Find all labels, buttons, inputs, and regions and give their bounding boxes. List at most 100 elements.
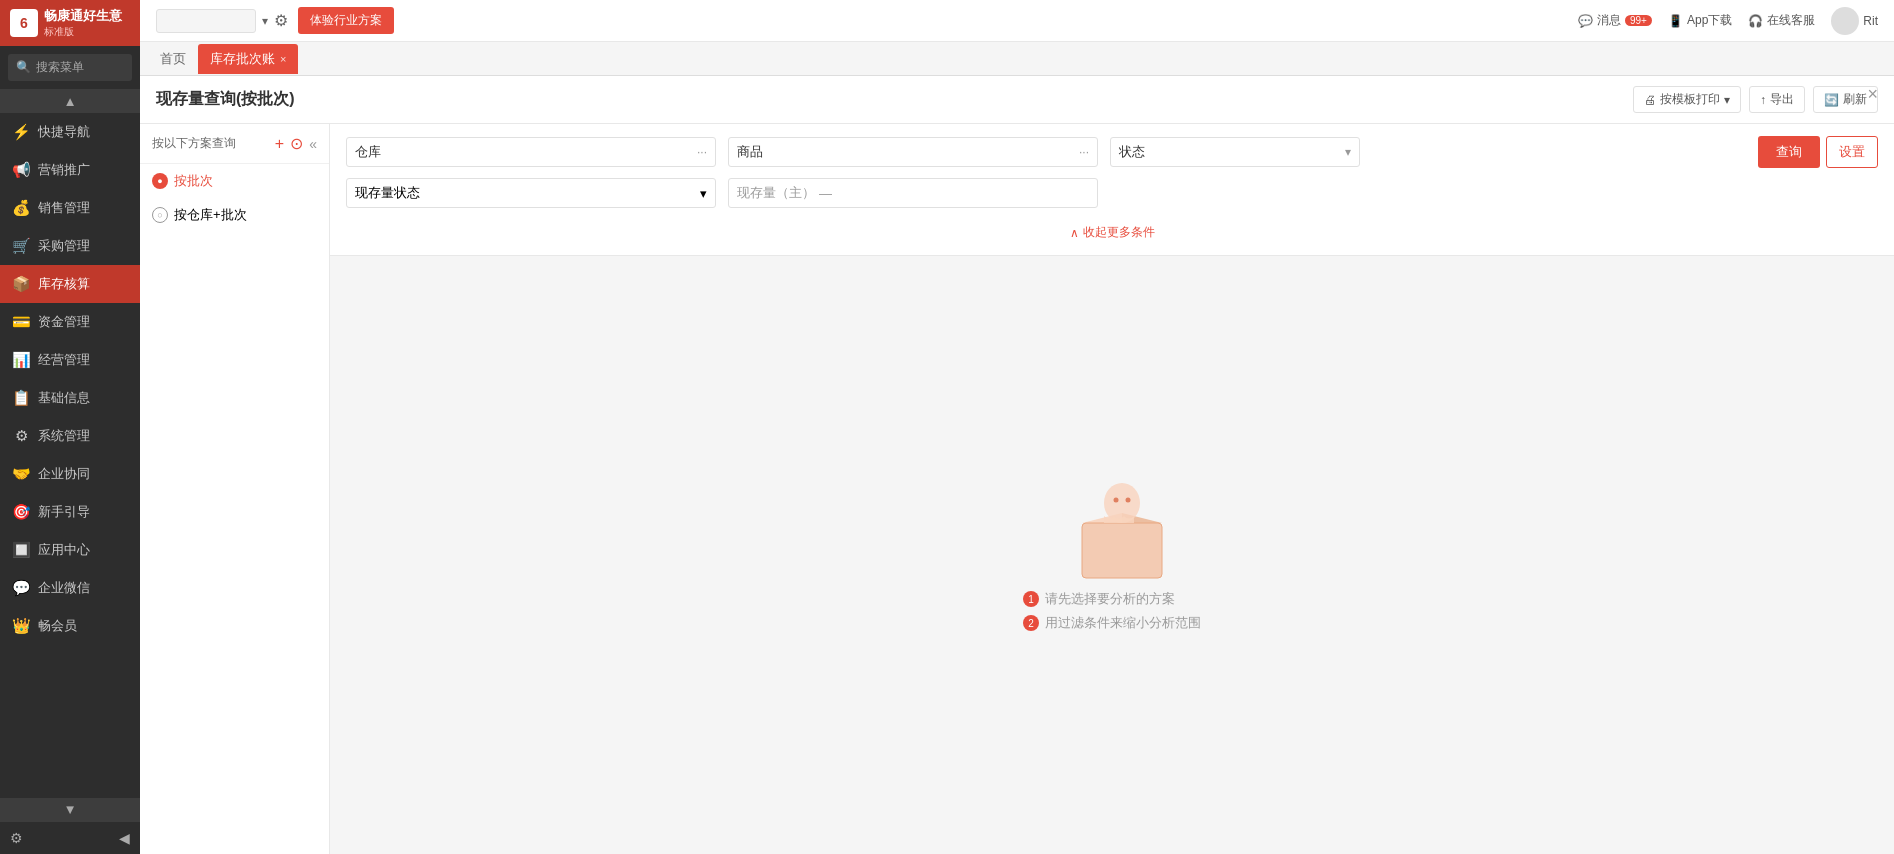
sidebar-item-base[interactable]: 📋 基础信息	[0, 379, 140, 417]
sidebar: 6 畅康通好生意 标准版 🔍 搜索菜单 ▲ ⚡ 快捷导航 📢 营销推广 💰 销售…	[0, 0, 140, 854]
print-button[interactable]: 🖨 按模板打印 ▾	[1633, 86, 1741, 113]
left-panel-header: 按以下方案查询 + ⊙ «	[140, 124, 329, 164]
page-close-button[interactable]: ×	[1851, 76, 1894, 113]
left-panel: 按以下方案查询 + ⊙ « ● 按批次 ○	[140, 124, 330, 854]
print-dropdown-icon: ▾	[1724, 93, 1730, 107]
topbar-logo-area: ▾ ⚙	[156, 9, 288, 33]
topbar-dropdown-button[interactable]: ▾	[262, 14, 268, 28]
goods-filter[interactable]: 商品 ···	[728, 137, 1098, 167]
operation-icon: 📊	[12, 351, 30, 369]
settings-icon: ⚙	[10, 830, 23, 846]
messages-action[interactable]: 💬 消息 99+	[1578, 12, 1652, 29]
user-name: Rit	[1863, 14, 1878, 28]
settings-button[interactable]: ⚙	[10, 830, 23, 846]
main-content: ▾ ⚙ 体验行业方案 💬 消息 99+ 📱 App下载 🎧 在线客服 Rit	[140, 0, 1894, 854]
scheme-active-dot: ●	[152, 173, 168, 189]
topbar-settings-button[interactable]: ⚙	[274, 11, 288, 30]
trial-button[interactable]: 体验行业方案	[298, 7, 394, 34]
page-title: 现存量查询(按批次)	[156, 89, 295, 110]
marketing-icon: 📢	[12, 161, 30, 179]
refresh-icon: 🔄	[1824, 93, 1839, 107]
avatar	[1831, 7, 1859, 35]
sidebar-item-sales[interactable]: 💰 销售管理	[0, 189, 140, 227]
export-button[interactable]: ↑ 导出	[1749, 86, 1805, 113]
empty-svg	[1062, 478, 1182, 588]
status-filter[interactable]: 状态 ▾	[1110, 137, 1360, 167]
purchase-icon: 🛒	[12, 237, 30, 255]
system-icon: ⚙	[12, 427, 30, 445]
topbar-search-input[interactable]	[156, 9, 256, 33]
finance-icon: 💳	[12, 313, 30, 331]
sidebar-item-finance[interactable]: 💳 资金管理	[0, 303, 140, 341]
scroll-up-button[interactable]: ▲	[0, 90, 140, 113]
tab-home[interactable]: 首页	[148, 44, 198, 74]
add-icon: +	[275, 135, 284, 152]
sidebar-item-operation[interactable]: 📊 经营管理	[0, 341, 140, 379]
tab-inventory-batch[interactable]: 库存批次账 ×	[198, 44, 298, 74]
sidebar-item-apps[interactable]: 🔲 应用中心	[0, 531, 140, 569]
sidebar-nav: ⚡ 快捷导航 📢 营销推广 💰 销售管理 🛒 采购管理 📦 库存核算 💳 资金管…	[0, 113, 140, 798]
filter-area: 仓库 ··· 商品 ··· 状态 ▾ 查询 设置	[330, 124, 1894, 256]
scheme-item-batch[interactable]: ● 按批次	[140, 164, 329, 198]
warehouse-filter[interactable]: 仓库 ···	[346, 137, 716, 167]
online-service-action[interactable]: 🎧 在线客服	[1748, 12, 1815, 29]
user-area[interactable]: Rit	[1831, 7, 1878, 35]
topbar-right: 💬 消息 99+ 📱 App下载 🎧 在线客服 Rit	[1578, 7, 1878, 35]
stock-status-filter[interactable]: 现存量状态 ▾	[346, 178, 716, 208]
shortcut-icon: ⚡	[12, 123, 30, 141]
left-panel-title: 按以下方案查询	[152, 135, 236, 152]
svg-point-2	[1104, 483, 1140, 523]
app-download-action[interactable]: 📱 App下载	[1668, 12, 1732, 29]
sidebar-item-system[interactable]: ⚙ 系统管理	[0, 417, 140, 455]
panel-collapse-button[interactable]: «	[309, 136, 317, 152]
tab-close-icon[interactable]: ×	[280, 53, 286, 65]
scheme-inactive-dot: ○	[152, 207, 168, 223]
scroll-down-button[interactable]: ▼	[0, 798, 140, 821]
collapse-icon: ◀	[119, 830, 130, 846]
scheme-settings-icon: ⊙	[290, 135, 303, 152]
app-logo: 6	[10, 9, 38, 37]
status-dropdown-icon[interactable]: ▾	[1345, 145, 1351, 159]
sidebar-item-collab[interactable]: 🤝 企业协同	[0, 455, 140, 493]
print-icon: 🖨	[1644, 93, 1656, 107]
message-icon: 💬	[1578, 14, 1593, 28]
apps-icon: 🔲	[12, 541, 30, 559]
sidebar-item-inventory[interactable]: 📦 库存核算	[0, 265, 140, 303]
empty-state: 1 请先选择要分析的方案 2 用过滤条件来缩小分析范围	[330, 256, 1894, 854]
sidebar-item-member[interactable]: 👑 畅会员	[0, 607, 140, 645]
add-scheme-button[interactable]: +	[275, 135, 284, 153]
stock-status-dropdown-icon: ▾	[700, 186, 707, 201]
filter-settings-button[interactable]: 设置	[1826, 136, 1878, 168]
goods-more-icon[interactable]: ···	[1079, 145, 1089, 159]
sidebar-item-guide[interactable]: 🎯 新手引导	[0, 493, 140, 531]
collapse-sidebar-button[interactable]: ◀	[119, 830, 130, 846]
search-menu-button[interactable]: 🔍 搜索菜单	[8, 54, 132, 81]
warehouse-more-icon[interactable]: ···	[697, 145, 707, 159]
filter-row-1: 仓库 ··· 商品 ··· 状态 ▾ 查询 设置	[346, 136, 1878, 168]
empty-hint-2: 2 用过滤条件来缩小分析范围	[1023, 614, 1201, 632]
member-icon: 👑	[12, 617, 30, 635]
stock-amount-filter: 现存量（主） —	[728, 178, 1098, 208]
messages-badge: 99+	[1625, 15, 1652, 26]
sidebar-item-shortcut[interactable]: ⚡ 快捷导航	[0, 113, 140, 151]
sidebar-item-purchase[interactable]: 🛒 采购管理	[0, 227, 140, 265]
svg-point-3	[1114, 498, 1119, 503]
filter-row-2: 现存量状态 ▾ 现存量（主） —	[346, 178, 1878, 208]
sidebar-item-wechat[interactable]: 💬 企业微信	[0, 569, 140, 607]
empty-illustration	[1062, 478, 1162, 578]
page-header: 现存量查询(按批次) 🖨 按模板打印 ▾ ↑ 导出 🔄 刷新 ×	[140, 76, 1894, 124]
right-panel: 仓库 ··· 商品 ··· 状态 ▾ 查询 设置	[330, 124, 1894, 854]
page-actions: 🖨 按模板打印 ▾ ↑ 导出 🔄 刷新	[1633, 86, 1878, 113]
inventory-icon: 📦	[12, 275, 30, 293]
empty-hints: 1 请先选择要分析的方案 2 用过滤条件来缩小分析范围	[1023, 590, 1201, 632]
collapse-more-button[interactable]: ∧ 收起更多条件	[346, 218, 1878, 243]
headset-icon: 🎧	[1748, 14, 1763, 28]
query-button[interactable]: 查询	[1758, 136, 1820, 168]
tabs-bar: 首页 库存批次账 ×	[140, 42, 1894, 76]
svg-point-4	[1126, 498, 1131, 503]
sidebar-item-marketing[interactable]: 📢 营销推广	[0, 151, 140, 189]
scheme-settings-button[interactable]: ⊙	[290, 134, 303, 153]
scheme-item-warehouse-batch[interactable]: ○ 按仓库+批次	[140, 198, 329, 232]
content-area: 按以下方案查询 + ⊙ « ● 按批次 ○	[140, 124, 1894, 854]
export-icon: ↑	[1760, 93, 1766, 107]
